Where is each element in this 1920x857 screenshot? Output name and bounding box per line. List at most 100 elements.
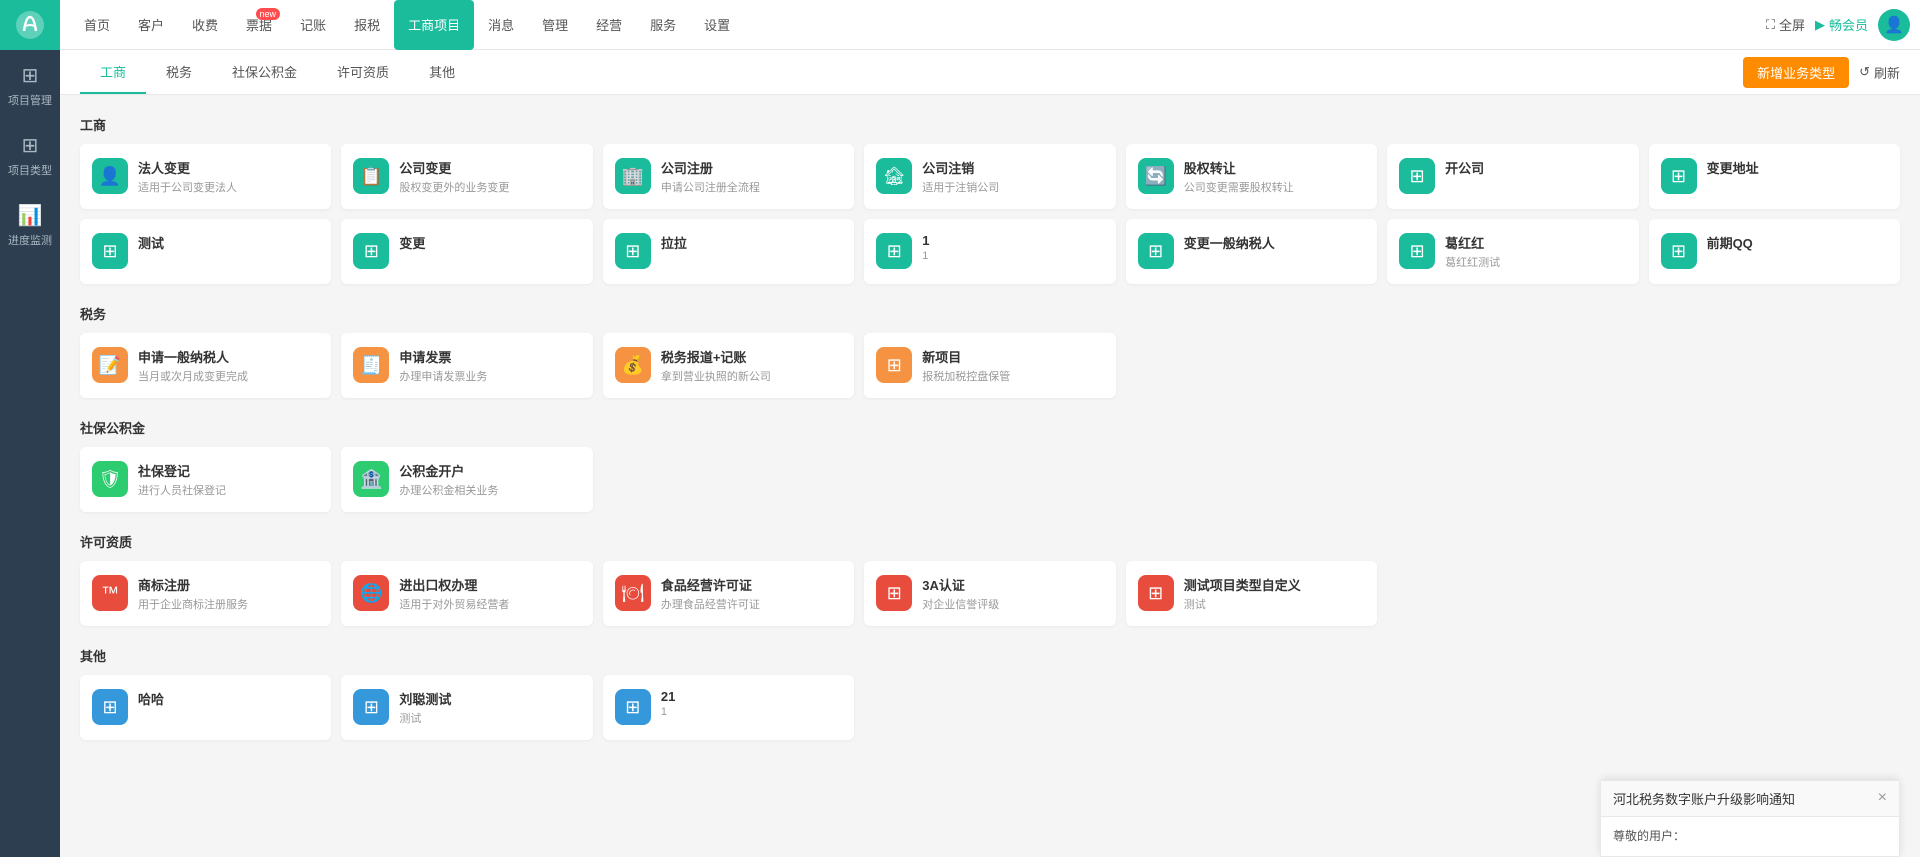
nav-invoice[interactable]: 票据 new (232, 0, 286, 50)
card-gs4[interactable]: 🏚 公司注销 适用于注销公司 (864, 144, 1115, 209)
card-icon-gs9: ⊞ (353, 233, 389, 269)
notification-panel: 河北税务数字账户升级影响通知 × 尊敬的用户： (1600, 780, 1900, 857)
card-title-gs1: 法人变更 (138, 158, 319, 177)
nav-billing[interactable]: 收费 (178, 0, 232, 50)
topnav-items: 首页 客户 收费 票据 new 记账 报税 工商项目 消息 管理 经营 服务 设… (70, 0, 1766, 50)
card-title-gs13: 葛红红 (1445, 233, 1626, 252)
card-icon-gs7: ⊞ (1661, 158, 1697, 194)
section-title-shebao: 社保公积金 (80, 418, 1900, 437)
card-desc-sw3: 拿到营业执照的新公司 (661, 368, 842, 384)
avatar-icon: 👤 (1884, 15, 1904, 35)
card-title-gs10: 拉拉 (661, 233, 842, 252)
nav-customer[interactable]: 客户 (124, 0, 178, 50)
card-icon-ot2: ⊞ (353, 689, 389, 725)
card-desc-xk3: 办理食品经营许可证 (661, 596, 842, 612)
card-desc-ot2: 测试 (399, 710, 580, 726)
refresh-button[interactable]: ↺ 刷新 (1859, 63, 1900, 82)
card-gs14[interactable]: ⊞ 前期QQ (1649, 219, 1900, 284)
card-sw1[interactable]: 📝 申请一般纳税人 当月或次月成变更完成 (80, 333, 331, 398)
card-title-gs12: 变更一般纳税人 (1184, 233, 1365, 252)
tab-other[interactable]: 其他 (409, 50, 475, 94)
card-gs10[interactable]: ⊞ 拉拉 (603, 219, 854, 284)
card-sw4[interactable]: ⊞ 新项目 报税加税控盘保管 (864, 333, 1115, 398)
sidebar-item-project-type[interactable]: ⊞ 项目类型 (0, 120, 60, 190)
card-gs11[interactable]: ⊞ 1 1 (864, 219, 1115, 284)
fullscreen-btn[interactable]: ⛶ 全屏 (1766, 15, 1805, 34)
nav-manage[interactable]: 管理 (528, 0, 582, 50)
card-title-gs5: 股权转让 (1184, 158, 1365, 177)
card-title-xk1: 商标注册 (138, 575, 319, 594)
card-desc-gs1: 适用于公司变更法人 (138, 179, 319, 195)
notification-title: 河北税务数字账户升级影响通知 (1613, 789, 1795, 808)
nav-message[interactable]: 消息 (474, 0, 528, 50)
card-icon-gs3: 🏢 (615, 158, 651, 194)
card-xk3[interactable]: 🍽 食品经营许可证 办理食品经营许可证 (603, 561, 854, 626)
section-title-other: 其他 (80, 646, 1900, 665)
new-type-button[interactable]: 新增业务类型 (1743, 57, 1849, 88)
sidebar-logo (0, 0, 60, 50)
card-icon-gs8: ⊞ (92, 233, 128, 269)
card-icon-gs1: 👤 (92, 158, 128, 194)
nav-home[interactable]: 首页 (70, 0, 124, 50)
tab-xuke[interactable]: 许可资质 (317, 50, 409, 94)
card-gs8[interactable]: ⊞ 测试 (80, 219, 331, 284)
nav-tax[interactable]: 报税 (340, 0, 394, 50)
refresh-icon: ↺ (1859, 64, 1870, 80)
card-desc-gs3: 申请公司注册全流程 (661, 179, 842, 195)
card-desc-ot3: 1 (661, 706, 842, 718)
card-sw3[interactable]: 💰 税务报道+记账 拿到营业执照的新公司 (603, 333, 854, 398)
tab-shebao[interactable]: 社保公积金 (212, 50, 317, 94)
card-sb1[interactable]: 🛡 社保登记 进行人员社保登记 (80, 447, 331, 512)
main-scroll[interactable]: 工商 👤 法人变更 适用于公司变更法人 📋 公司变更 股权变更外的业务变更 (60, 95, 1920, 857)
card-sb2[interactable]: 🏦 公积金开户 办理公积金相关业务 (341, 447, 592, 512)
card-gs5[interactable]: 🔄 股权转让 公司变更需要股权转让 (1126, 144, 1377, 209)
card-icon-gs4: 🏚 (876, 158, 912, 194)
card-gs1[interactable]: 👤 法人变更 适用于公司变更法人 (80, 144, 331, 209)
nav-accounting[interactable]: 记账 (286, 0, 340, 50)
card-ot2[interactable]: ⊞ 刘聪测试 测试 (341, 675, 592, 740)
card-icon-ot1: ⊞ (92, 689, 128, 725)
card-gs13[interactable]: ⊞ 葛红红 葛红红测试 (1387, 219, 1638, 284)
vip-btn[interactable]: ▶ 畅会员 (1815, 15, 1868, 34)
tab-shuiwu[interactable]: 税务 (146, 50, 212, 94)
card-gs9[interactable]: ⊞ 变更 (341, 219, 592, 284)
main-wrapper: 首页 客户 收费 票据 new 记账 报税 工商项目 消息 管理 经营 服务 设… (60, 0, 1920, 857)
nav-settings[interactable]: 设置 (690, 0, 744, 50)
card-ot1[interactable]: ⊞ 哈哈 (80, 675, 331, 740)
nav-operation[interactable]: 经营 (582, 0, 636, 50)
card-xk2[interactable]: 🌐 进出口权办理 适用于对外贸易经营者 (341, 561, 592, 626)
card-icon-gs12: ⊞ (1138, 233, 1174, 269)
tabs: 工商 税务 社保公积金 许可资质 其他 (80, 50, 475, 94)
cards-grid-other: ⊞ 哈哈 ⊞ 刘聪测试 测试 ⊞ 21 1 (80, 675, 1900, 740)
card-xk5[interactable]: ⊞ 测试项目类型自定义 测试 (1126, 561, 1377, 626)
tab-gongshang[interactable]: 工商 (80, 50, 146, 94)
tab-bar: 工商 税务 社保公积金 许可资质 其他 新增业务类型 ↺ 刷新 (60, 50, 1920, 95)
sidebar-item-project-manage[interactable]: ⊞ 项目管理 (0, 50, 60, 120)
card-xk1[interactable]: ™ 商标注册 用于企业商标注册服务 (80, 561, 331, 626)
card-desc-gs11: 1 (922, 250, 1103, 262)
avatar[interactable]: 👤 (1878, 9, 1910, 41)
card-desc-gs13: 葛红红测试 (1445, 254, 1626, 270)
section-title-shuiwu: 税务 (80, 304, 1900, 323)
card-desc-sb2: 办理公积金相关业务 (399, 482, 580, 498)
card-desc-xk4: 对企业信誉评级 (922, 596, 1103, 612)
card-gs6[interactable]: ⊞ 开公司 (1387, 144, 1638, 209)
sidebar-item-progress-monitor[interactable]: 📊 进度监测 (0, 190, 60, 260)
card-sw2[interactable]: 🧾 申请发票 办理申请发票业务 (341, 333, 592, 398)
card-title-ot3: 21 (661, 689, 842, 704)
card-icon-xk2: 🌐 (353, 575, 389, 611)
notification-close[interactable]: × (1878, 789, 1887, 807)
card-gs3[interactable]: 🏢 公司注册 申请公司注册全流程 (603, 144, 854, 209)
card-gs2[interactable]: 📋 公司变更 股权变更外的业务变更 (341, 144, 592, 209)
nav-service[interactable]: 服务 (636, 0, 690, 50)
fullscreen-icon: ⛶ (1766, 17, 1775, 33)
card-gs12[interactable]: ⊞ 变更一般纳税人 (1126, 219, 1377, 284)
card-title-gs11: 1 (922, 233, 1103, 248)
card-xk4[interactable]: ⊞ 3A认证 对企业信誉评级 (864, 561, 1115, 626)
nav-bizreg[interactable]: 工商项目 (394, 0, 474, 50)
card-title-sw2: 申请发票 (399, 347, 580, 366)
card-ot3[interactable]: ⊞ 21 1 (603, 675, 854, 740)
notification-header: 河北税务数字账户升级影响通知 × (1601, 781, 1899, 817)
card-gs7[interactable]: ⊞ 变更地址 (1649, 144, 1900, 209)
card-title-xk5: 测试项目类型自定义 (1184, 575, 1365, 594)
